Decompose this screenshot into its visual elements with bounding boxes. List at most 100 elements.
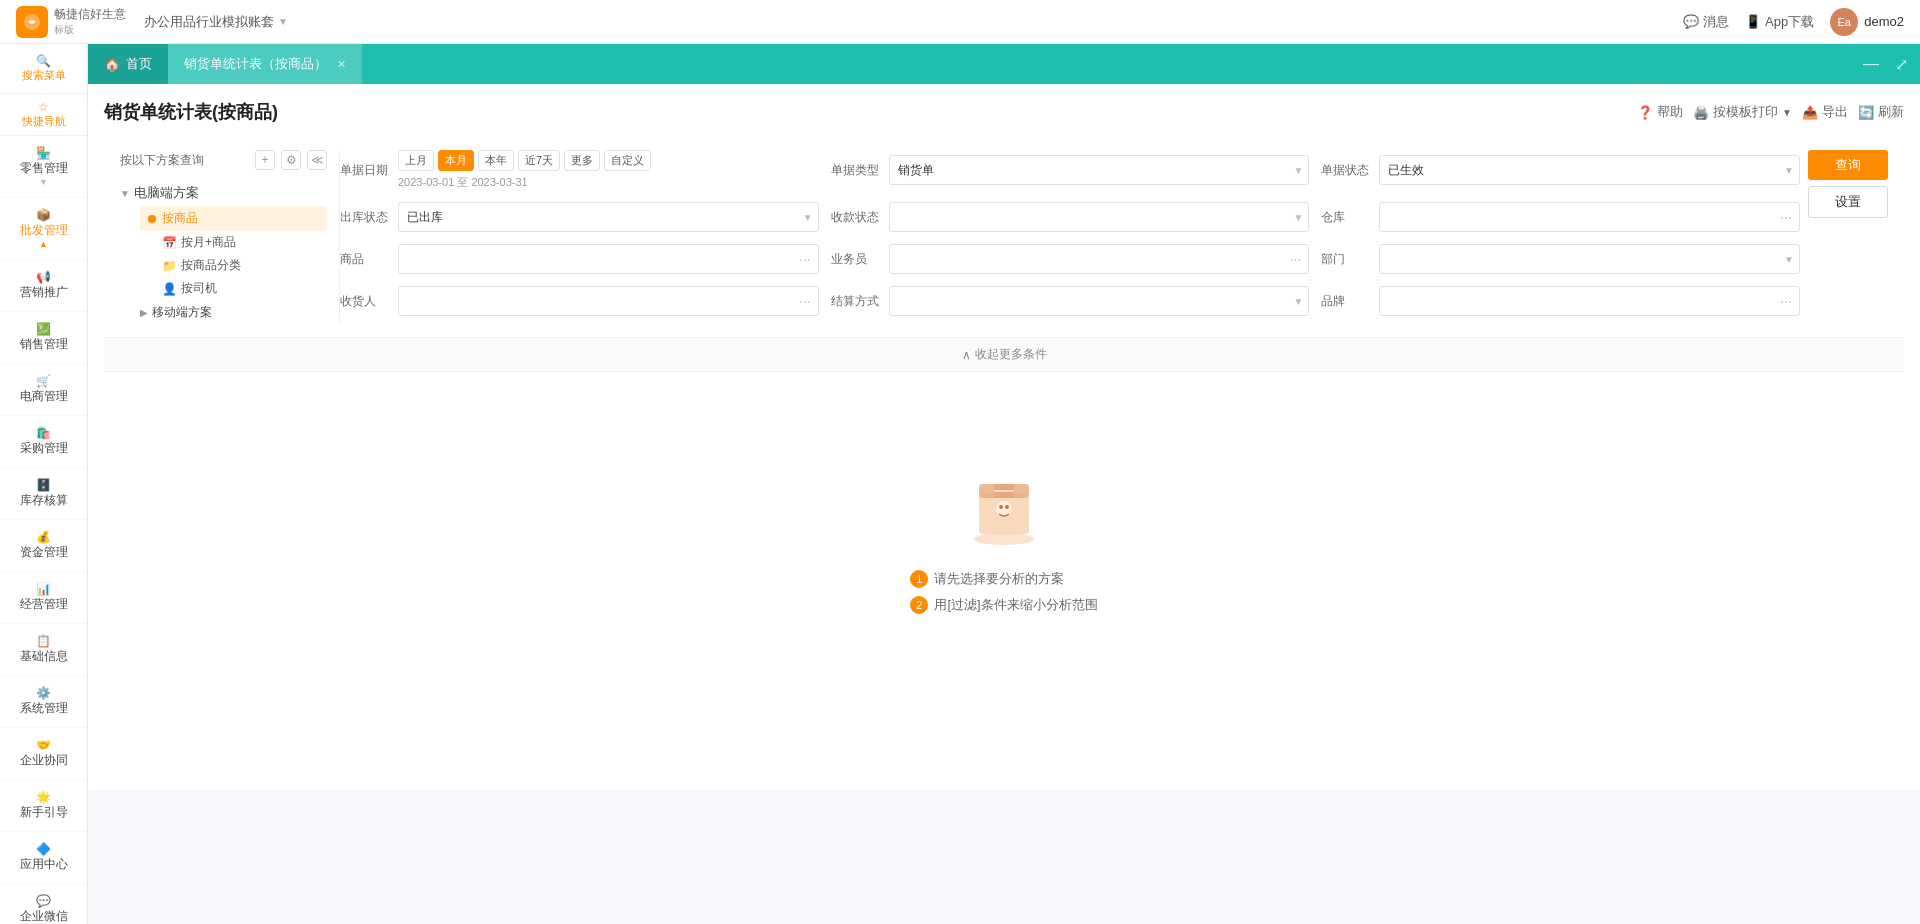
filter-row-1: 单据日期 上月 本月 本年 近7天 更多 (340, 150, 1800, 190)
calendar-icon: 📅 (162, 236, 177, 250)
payment-status-input-wrap: ▼ (889, 202, 1310, 232)
doc-type-input[interactable] (889, 155, 1310, 185)
sidebar-item-inventory[interactable]: 🗄️ 库存核算 (0, 468, 87, 520)
tab-sales-stat[interactable]: 销货单统计表（按商品） ✕ (168, 44, 362, 84)
tree-item-by-clerk[interactable]: 👤 按司机 (156, 277, 327, 300)
sidebar-item-apps[interactable]: 🔷 应用中心 (0, 832, 87, 884)
sidebar-item-procurement[interactable]: 🛍️ 采购管理 (0, 416, 87, 468)
sidebar-item-operations[interactable]: 📊 经营管理 (0, 572, 87, 624)
export-icon: 📤 (1802, 105, 1818, 120)
salesperson-input[interactable] (889, 244, 1310, 274)
sidebar-item-retail[interactable]: 🏪 零售管理 ▼ (0, 136, 87, 198)
payment-status-input[interactable] (889, 202, 1310, 232)
department-input[interactable] (1379, 244, 1800, 274)
collapse-arrow-icon: ∧ (962, 348, 971, 362)
logo-icon (16, 6, 48, 38)
date-btn-more[interactable]: 更多 (564, 150, 600, 171)
help-btn[interactable]: ❓ 帮助 (1637, 103, 1683, 121)
tab-bar: 🏠 首页 销货单统计表（按商品） ✕ — ⤢ (88, 44, 1920, 84)
system-icon: ⚙️ (36, 686, 51, 700)
search-menu-btn[interactable]: 🔍 搜索菜单 (0, 44, 87, 94)
home-icon: 🏠 (104, 57, 120, 72)
doc-status-input[interactable] (1379, 155, 1800, 185)
empty-tip-2: 2 用[过滤]条件来缩小分析范围 (910, 596, 1097, 614)
recipient-label: 收货人 (340, 293, 390, 310)
print-btn[interactable]: 🖨️ 按模板打印 ▼ (1693, 103, 1792, 121)
sidebar-item-wechat[interactable]: 💬 企业微信 (0, 884, 87, 924)
tree-mobile-parent[interactable]: ▶ 移动端方案 (140, 300, 327, 325)
product-input-wrap: ··· (398, 244, 819, 274)
date-btn-this-year[interactable]: 本年 (478, 150, 514, 171)
tree-pc-children: 按商品 📅 按月+商品 📁 (120, 206, 327, 325)
sidebar-item-sales[interactable]: 💹 销售管理 (0, 312, 87, 364)
sidebar-item-enterprise[interactable]: 🤝 企业协同 (0, 728, 87, 780)
product-input[interactable] (398, 244, 819, 274)
date-btn-last-month[interactable]: 上月 (398, 150, 434, 171)
scheme-collapse-btn[interactable]: ≪ (307, 150, 327, 170)
brand-input[interactable] (1379, 286, 1800, 316)
tab-maximize-btn[interactable]: ⤢ (1891, 51, 1912, 78)
filter-left: 按以下方案查询 + ⚙ ≪ ▼ 电脑端方案 (120, 150, 340, 325)
tab-minimize-btn[interactable]: — (1859, 51, 1883, 77)
settings-button[interactable]: 设置 (1808, 186, 1888, 218)
procurement-icon: 🛍️ (36, 426, 51, 440)
sidebar-item-basic[interactable]: 📋 基础信息 (0, 624, 87, 676)
scheme-actions: + ⚙ ≪ (255, 150, 327, 170)
settlement-input[interactable] (889, 286, 1310, 316)
filter-field-settlement: 结算方式 ▼ (831, 286, 1310, 316)
filter-field-doc-type: 单据类型 ▼ (831, 155, 1310, 185)
scheme-add-btn[interactable]: + (255, 150, 275, 170)
scheme-settings-btn[interactable]: ⚙ (281, 150, 301, 170)
sidebar-item-ecommerce[interactable]: 🛒 电商管理 (0, 364, 87, 416)
search-icon: 🔍 (8, 54, 79, 68)
query-button[interactable]: 查询 (1808, 150, 1888, 180)
sidebar-item-finance[interactable]: 💰 资金管理 (0, 520, 87, 572)
salesperson-dots[interactable]: ··· (1286, 251, 1306, 267)
sales-icon: 💹 (36, 322, 51, 336)
app-download-btn[interactable]: 📱 App下载 (1745, 13, 1814, 31)
date-btn-7days[interactable]: 近7天 (518, 150, 560, 171)
tree-pc-parent[interactable]: ▼ 电脑端方案 (120, 180, 327, 206)
collapse-conditions-btn[interactable]: ∧ 收起更多条件 (104, 337, 1904, 371)
date-range-picker: 上月 本月 本年 近7天 更多 自定义 2023-03-01 至 20 (398, 150, 819, 190)
sidebar-item-wholesale[interactable]: 📦 批发管理 ▲ (0, 198, 87, 260)
logo-text: 畅捷信好生意 标版 (54, 7, 126, 36)
filter-field-brand: 品牌 ··· (1321, 286, 1800, 316)
logo-area: 畅捷信好生意 标版 (16, 6, 126, 38)
tree-item-by-category[interactable]: 📁 按商品分类 (156, 254, 327, 277)
filter-field-product: 商品 ··· (340, 244, 819, 274)
warehouse-input[interactable] (1379, 202, 1800, 232)
account-selector[interactable]: 办公用品行业模拟账套 ▼ (144, 13, 288, 31)
sidebar-item-marketing[interactable]: 📢 营销推广 (0, 260, 87, 312)
recipient-dots[interactable]: ··· (795, 293, 815, 309)
export-btn[interactable]: 📤 导出 (1802, 103, 1848, 121)
page-title: 销货单统计表(按商品) (104, 100, 278, 124)
sidebar-item-onboarding[interactable]: 🌟 新手引导 (0, 780, 87, 832)
out-status-input[interactable] (398, 202, 819, 232)
tab-close-icon[interactable]: ✕ (337, 58, 346, 71)
tree-subchild-items: 📅 按月+商品 📁 按商品分类 👤 (140, 231, 327, 300)
user-area[interactable]: Ea demo2 (1830, 8, 1904, 36)
svg-point-5 (996, 501, 1012, 517)
tab-home[interactable]: 🏠 首页 (88, 44, 168, 84)
quick-nav-btn[interactable]: ☆ 快捷导航 (0, 94, 87, 136)
filter-wrapper: 按以下方案查询 + ⚙ ≪ ▼ 电脑端方案 (104, 138, 1904, 372)
date-btn-this-month[interactable]: 本月 (438, 150, 474, 171)
settlement-label: 结算方式 (831, 293, 881, 310)
tree-item-by-month-product[interactable]: 📅 按月+商品 (156, 231, 327, 254)
svg-point-7 (1005, 505, 1009, 509)
empty-icon (954, 454, 1054, 554)
recipient-input[interactable] (398, 286, 819, 316)
nav-icon: ☆ (0, 100, 87, 114)
doc-type-label: 单据类型 (831, 162, 881, 179)
sidebar-item-system[interactable]: ⚙️ 系统管理 (0, 676, 87, 728)
message-btn[interactable]: 💬 消息 (1683, 13, 1729, 31)
out-status-input-wrap: ▼ (398, 202, 819, 232)
date-btn-custom[interactable]: 自定义 (604, 150, 651, 171)
warehouse-dots[interactable]: ··· (1776, 209, 1796, 225)
refresh-btn[interactable]: 🔄 刷新 (1858, 103, 1904, 121)
tree-item-by-product[interactable]: 按商品 (140, 206, 327, 231)
doc-status-input-wrap: ▼ (1379, 155, 1800, 185)
brand-dots[interactable]: ··· (1776, 293, 1796, 309)
product-dots[interactable]: ··· (795, 251, 815, 267)
